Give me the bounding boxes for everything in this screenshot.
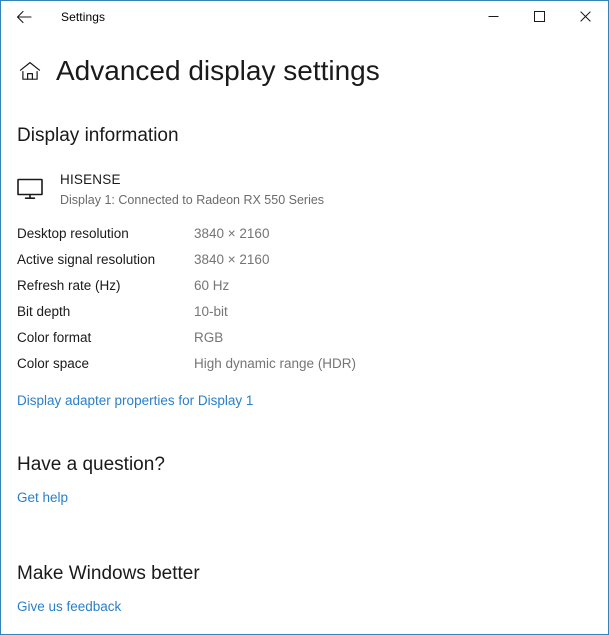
display-adapter-properties-link[interactable]: Display adapter properties for Display 1 <box>17 393 253 408</box>
get-help-link[interactable]: Get help <box>17 490 68 505</box>
table-row: Color format RGB <box>17 330 608 356</box>
table-row: Active signal resolution 3840 × 2160 <box>17 252 608 278</box>
have-a-question-heading: Have a question? <box>17 454 165 475</box>
back-arrow-icon <box>16 10 32 24</box>
give-us-feedback-link[interactable]: Give us feedback <box>17 599 121 614</box>
close-button[interactable] <box>562 1 608 32</box>
maximize-button[interactable] <box>516 1 562 32</box>
info-label: Bit depth <box>17 304 71 319</box>
give-us-feedback-row: Give us feedback <box>1 598 608 616</box>
table-row: Desktop resolution 3840 × 2160 <box>17 226 608 252</box>
info-value: 3840 × 2160 <box>194 226 270 241</box>
title-bar: Settings <box>1 1 608 33</box>
info-label: Desktop resolution <box>17 226 129 241</box>
info-value: 60 Hz <box>194 278 230 293</box>
table-row: Refresh rate (Hz) 60 Hz <box>17 278 608 304</box>
minimize-button[interactable] <box>470 1 516 32</box>
maximize-icon <box>533 11 545 22</box>
table-row: Bit depth 10-bit <box>17 304 608 330</box>
info-label: Refresh rate (Hz) <box>17 278 121 293</box>
display-info-table: Desktop resolution 3840 × 2160 Active si… <box>1 226 608 382</box>
info-label: Active signal resolution <box>17 252 156 267</box>
display-connection: Display 1: Connected to Radeon RX 550 Se… <box>60 193 325 207</box>
window-controls <box>470 1 608 32</box>
settings-window: Settings Advanced display settings Displ… <box>0 0 609 635</box>
info-value: 3840 × 2160 <box>194 252 270 267</box>
display-name: HISENSE <box>60 172 121 187</box>
window-title: Settings <box>61 10 106 24</box>
home-icon[interactable] <box>17 58 43 84</box>
adapter-link-row: Display adapter properties for Display 1 <box>1 392 608 410</box>
make-windows-better-heading: Make Windows better <box>17 563 200 584</box>
minimize-icon <box>488 11 499 22</box>
monitor-icon <box>17 175 47 205</box>
display-text: HISENSE Display 1: Connected to Radeon R… <box>60 172 324 208</box>
table-row: Color space High dynamic range (HDR) <box>17 356 608 382</box>
display-summary: HISENSE Display 1: Connected to Radeon R… <box>1 172 608 208</box>
get-help-row: Get help <box>1 489 608 507</box>
info-label: Color space <box>17 356 90 371</box>
info-label: Color format <box>17 330 92 345</box>
display-information-heading: Display information <box>17 125 179 146</box>
page-content: Advanced display settings Display inform… <box>1 33 608 616</box>
page-header: Advanced display settings <box>1 33 608 91</box>
back-button[interactable] <box>1 2 47 33</box>
close-icon <box>579 11 591 22</box>
info-value: 10-bit <box>194 304 228 319</box>
page-title: Advanced display settings <box>56 55 380 86</box>
info-value: High dynamic range (HDR) <box>194 356 357 371</box>
info-value: RGB <box>194 330 224 345</box>
